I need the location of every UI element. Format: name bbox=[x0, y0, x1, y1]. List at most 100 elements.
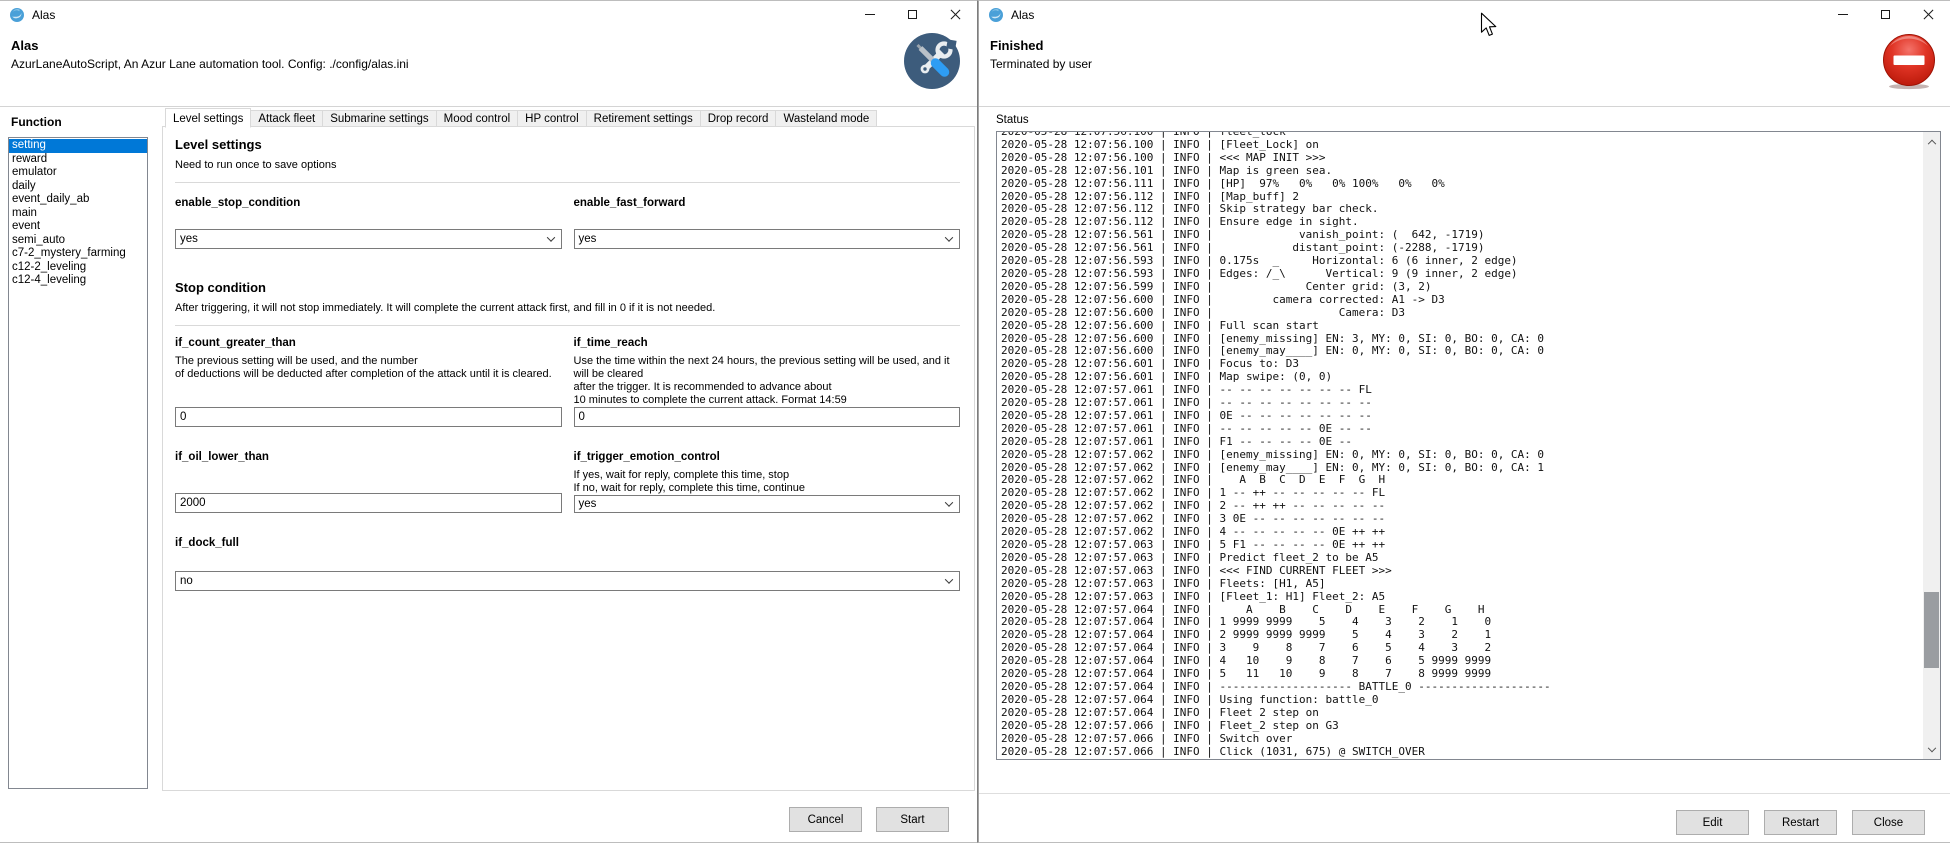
page-title: Alas bbox=[11, 38, 967, 53]
app-icon bbox=[9, 7, 25, 23]
tab-attack-fleet[interactable]: Attack fleet bbox=[250, 110, 323, 127]
section-desc-level-settings: Need to run once to save options bbox=[175, 159, 960, 171]
close-icon bbox=[950, 9, 961, 20]
tab-hp-control[interactable]: HP control bbox=[517, 110, 586, 127]
tab-drop-record[interactable]: Drop record bbox=[700, 110, 777, 127]
level-settings-panel: Level settings Need to run once to save … bbox=[162, 126, 975, 791]
selected-value: yes bbox=[579, 233, 597, 245]
function-item-main[interactable]: main bbox=[9, 207, 147, 221]
minimize-icon bbox=[865, 14, 875, 15]
cancel-button[interactable]: Cancel bbox=[789, 807, 862, 832]
tab-retirement-settings[interactable]: Retirement settings bbox=[586, 110, 701, 127]
function-item-c12-4_leveling[interactable]: c12-4_leveling bbox=[9, 274, 147, 288]
field-enable_fast_forward: enable_fast_forward yes bbox=[574, 197, 961, 249]
function-item-reward[interactable]: reward bbox=[9, 153, 147, 167]
minimize-button[interactable] bbox=[1821, 1, 1864, 28]
enable_fast_forward-select[interactable]: yes bbox=[574, 229, 961, 249]
log-scrollbar[interactable] bbox=[1923, 132, 1940, 759]
close-run-button[interactable]: Close bbox=[1852, 810, 1925, 835]
scroll-up-button[interactable] bbox=[1923, 132, 1940, 149]
run-status-title: Finished bbox=[990, 38, 1940, 53]
function-sidebar: Function settingrewardemulatordailyevent… bbox=[0, 107, 152, 791]
settings-main: Level settingsAttack fleetSubmarine sett… bbox=[152, 107, 977, 791]
function-item-setting[interactable]: setting bbox=[9, 139, 147, 153]
log-line: 2020-05-28 12:07:57.063 | INFO | Predict… bbox=[1001, 552, 1922, 565]
app-icon bbox=[988, 7, 1004, 23]
function-item-c12-2_leveling[interactable]: c12-2_leveling bbox=[9, 261, 147, 275]
status-label: Status bbox=[996, 114, 1950, 126]
tools-icon bbox=[903, 32, 961, 90]
function-item-event_daily_ab[interactable]: event_daily_ab bbox=[9, 193, 147, 207]
if_dock_full-select[interactable]: no bbox=[175, 571, 960, 591]
function-item-semi_auto[interactable]: semi_auto bbox=[9, 234, 147, 248]
log-line: 2020-05-28 12:07:57.064 | INFO | -------… bbox=[1001, 681, 1922, 694]
stopped-icon bbox=[1880, 32, 1938, 90]
log-line: 2020-05-28 12:07:57.064 | INFO | Using f… bbox=[1001, 694, 1922, 707]
field-desc: Use the time within the next 24 hours, t… bbox=[574, 355, 961, 407]
window-title: Alas bbox=[1011, 8, 1034, 22]
tab-submarine-settings[interactable]: Submarine settings bbox=[322, 110, 436, 127]
if_count_greater_than-input[interactable] bbox=[175, 407, 562, 427]
config-body: Function settingrewardemulatordailyevent… bbox=[0, 107, 977, 791]
maximize-button[interactable] bbox=[1864, 1, 1907, 28]
run-header: Finished Terminated by user bbox=[979, 28, 1950, 107]
log-line: 2020-05-28 12:07:57.061 | INFO | -- -- -… bbox=[1001, 423, 1922, 436]
spacer bbox=[979, 760, 1950, 793]
screen: Alas Alas AzurLaneAutoScript, An Azur La… bbox=[0, 0, 1950, 843]
alas-config-window: Alas Alas AzurLaneAutoScript, An Azur La… bbox=[0, 0, 978, 843]
if_oil_lower_than-input[interactable] bbox=[175, 493, 562, 513]
if_time_reach-input[interactable] bbox=[574, 407, 961, 427]
field-label: if_trigger_emotion_control bbox=[574, 451, 961, 463]
log-line: 2020-05-28 12:07:56.593 | INFO | Edges: … bbox=[1001, 268, 1922, 281]
log-line: 2020-05-28 12:07:57.066 | INFO | Switch … bbox=[1001, 733, 1922, 746]
field-desc: The previous setting will be used, and t… bbox=[175, 355, 562, 381]
restart-button[interactable]: Restart bbox=[1764, 810, 1837, 835]
if_trigger_emotion_control-select[interactable]: yes bbox=[574, 495, 961, 513]
close-button[interactable] bbox=[934, 1, 977, 28]
function-item-daily[interactable]: daily bbox=[9, 180, 147, 194]
log-line: 2020-05-28 12:07:56.100 | INFO | <<< MAP… bbox=[1001, 152, 1922, 165]
edit-button[interactable]: Edit bbox=[1676, 810, 1749, 835]
log-line: 2020-05-28 12:07:56.100 | INFO | [Fleet_… bbox=[1001, 139, 1922, 152]
config-footer: Cancel Start bbox=[0, 791, 977, 842]
chevron-down-icon bbox=[945, 575, 953, 583]
tab-wasteland-mode[interactable]: Wasteland mode bbox=[775, 110, 877, 127]
scroll-down-button[interactable] bbox=[1923, 742, 1940, 759]
tab-mood-control[interactable]: Mood control bbox=[436, 110, 518, 127]
close-button[interactable] bbox=[1907, 1, 1950, 28]
log-content: 2020-05-28 12:07:56.100 | INFO | fleet_l… bbox=[1001, 131, 1922, 758]
log-line: 2020-05-28 12:07:57.066 | INFO | Fleet_2… bbox=[1001, 720, 1922, 733]
function-list[interactable]: settingrewardemulatordailyevent_daily_ab… bbox=[8, 137, 148, 789]
field-label: enable_stop_condition bbox=[175, 197, 562, 209]
window-title: Alas bbox=[32, 8, 55, 22]
page-subtitle: AzurLaneAutoScript, An Azur Lane automat… bbox=[11, 57, 967, 71]
divider bbox=[175, 325, 960, 326]
close-icon bbox=[1923, 9, 1934, 20]
selected-value: yes bbox=[579, 498, 597, 510]
log-line: 2020-05-28 12:07:57.061 | INFO | 0E -- -… bbox=[1001, 410, 1922, 423]
maximize-button[interactable] bbox=[891, 1, 934, 28]
field-if_trigger_emotion_control: if_trigger_emotion_control If yes, wait … bbox=[574, 451, 961, 513]
minimize-button[interactable] bbox=[848, 1, 891, 28]
config-titlebar: Alas bbox=[0, 1, 977, 28]
run-titlebar: Alas bbox=[979, 1, 1950, 28]
status-log-box: 2020-05-28 12:07:56.100 | INFO | fleet_l… bbox=[996, 131, 1941, 760]
field-if_time_reach: if_time_reach Use the time within the ne… bbox=[574, 337, 961, 427]
function-item-c7-2_mystery_farming[interactable]: c7-2_mystery_farming bbox=[9, 247, 147, 261]
selected-value: no bbox=[180, 575, 193, 587]
enable_stop_condition-select[interactable]: yes bbox=[175, 229, 562, 249]
function-label: Function bbox=[11, 115, 152, 129]
function-item-event[interactable]: event bbox=[9, 220, 147, 234]
field-if_dock_full: if_dock_full no bbox=[175, 537, 960, 591]
field-if_count_greater_than: if_count_greater_than The previous setti… bbox=[175, 337, 562, 427]
log-line: 2020-05-28 12:07:56.111 | INFO | [HP] 97… bbox=[1001, 178, 1922, 191]
start-button[interactable]: Start bbox=[876, 807, 949, 832]
chevron-up-icon bbox=[1927, 139, 1935, 147]
selected-value: yes bbox=[180, 233, 198, 245]
function-item-emulator[interactable]: emulator bbox=[9, 166, 147, 180]
field-label: if_dock_full bbox=[175, 537, 960, 549]
config-header: Alas AzurLaneAutoScript, An Azur Lane au… bbox=[0, 28, 977, 107]
scrollbar-thumb[interactable] bbox=[1924, 592, 1939, 668]
field-enable_stop_condition: enable_stop_condition yes bbox=[175, 197, 562, 249]
tab-level-settings[interactable]: Level settings bbox=[165, 108, 251, 128]
